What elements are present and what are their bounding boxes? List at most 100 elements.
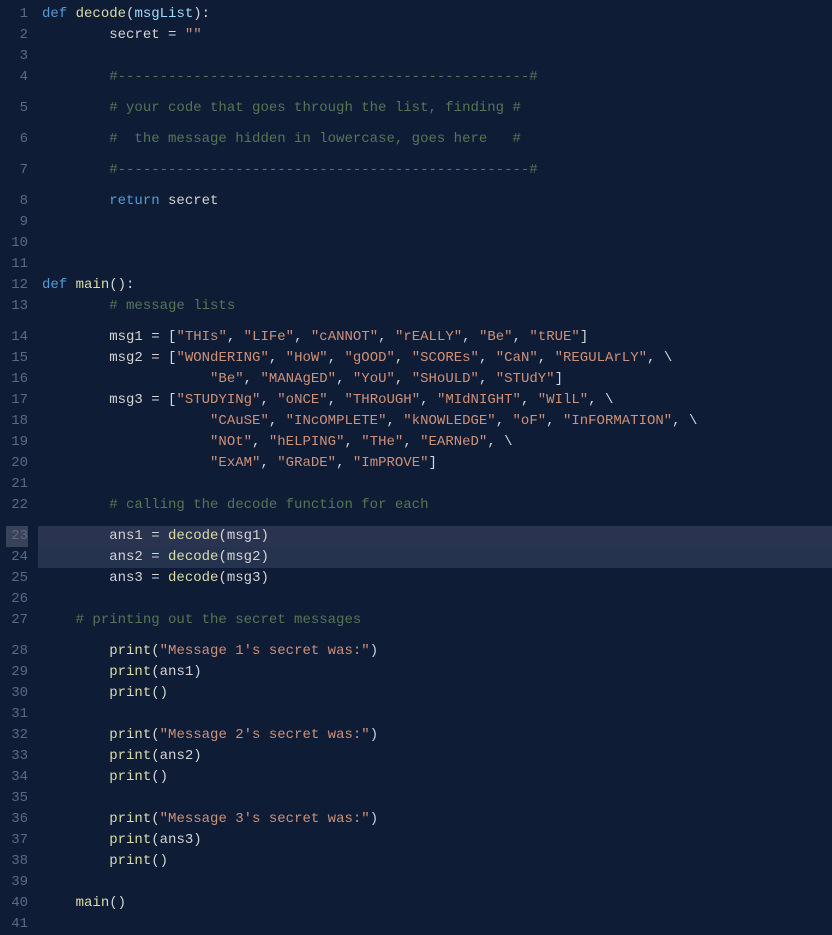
code-line[interactable] <box>38 788 832 809</box>
token-punc: ( <box>151 643 159 659</box>
token-punc: , <box>496 413 513 429</box>
token-fn: decode <box>168 570 218 586</box>
code-line[interactable]: msg2 = ["WONdERING", "HoW", "gOOD", "SCO… <box>38 348 832 369</box>
token-str: "EARNeD" <box>420 434 487 450</box>
code-line[interactable] <box>38 233 832 254</box>
code-line[interactable] <box>38 46 832 67</box>
token-punc: ) <box>260 528 268 544</box>
code-line[interactable] <box>38 254 832 275</box>
token-fn: print <box>109 643 151 659</box>
token-punc: ) <box>370 643 378 659</box>
line-number: 32 <box>6 725 28 746</box>
token-str: "NOt" <box>210 434 252 450</box>
token-str: "SHoULD" <box>412 371 479 387</box>
code-line[interactable]: def decode(msgList): <box>38 4 832 25</box>
line-number: 5 <box>6 98 28 119</box>
code-line[interactable] <box>38 474 832 495</box>
token-cmt: #---------------------------------------… <box>109 162 537 178</box>
token-cmt: #---------------------------------------… <box>109 69 537 85</box>
code-line[interactable]: print("Message 2's secret was:") <box>38 725 832 746</box>
token-punc: () <box>151 685 168 701</box>
code-line[interactable]: "ExAM", "GRaDE", "ImPROVE"] <box>38 453 832 474</box>
code-line[interactable] <box>38 914 832 935</box>
token-punc: , <box>395 350 412 366</box>
code-line[interactable]: msg1 = ["THIs", "LIFe", "cANNOT", "rEALL… <box>38 327 832 348</box>
line-number-gutter: 1234567891011121314151617181920212223242… <box>0 0 38 875</box>
line-number: 2 <box>6 25 28 46</box>
code-line[interactable]: print(ans1) <box>38 662 832 683</box>
code-line[interactable]: msg3 = ["STUDYINg", "oNCE", "THRoUGH", "… <box>38 390 832 411</box>
code-line[interactable] <box>38 212 832 233</box>
code-area[interactable]: def decode(msgList): secret = "" #------… <box>38 0 832 875</box>
code-line[interactable]: print("Message 3's secret was:") <box>38 809 832 830</box>
token-punc: , <box>479 371 496 387</box>
code-line[interactable]: print() <box>38 767 832 788</box>
line-number: 29 <box>6 662 28 683</box>
token-punc: , \ <box>487 434 512 450</box>
code-line[interactable]: #---------------------------------------… <box>38 67 832 88</box>
token-str: "THRoUGH" <box>345 392 421 408</box>
code-line[interactable]: print(ans3) <box>38 830 832 851</box>
code-line[interactable]: ans1 = decode(msg1) <box>38 526 832 547</box>
line-number: 34 <box>6 767 28 788</box>
code-line[interactable]: print() <box>38 683 832 704</box>
token-str: "WONdERING" <box>176 350 268 366</box>
code-line[interactable]: #---------------------------------------… <box>38 160 832 181</box>
token-punc: ( <box>218 549 226 565</box>
code-line[interactable]: return secret <box>38 191 832 212</box>
code-line[interactable]: # calling the decode function for each <box>38 495 832 516</box>
code-editor[interactable]: 1234567891011121314151617181920212223242… <box>0 0 832 875</box>
code-line[interactable]: def main(): <box>38 275 832 296</box>
line-number: 15 <box>6 348 28 369</box>
code-line[interactable]: "CAuSE", "INcOMPLETE", "kNOWLEDGE", "oF"… <box>38 411 832 432</box>
code-line[interactable]: print() <box>38 851 832 872</box>
code-line[interactable] <box>38 589 832 610</box>
token-punc: ( <box>218 528 226 544</box>
line-number: 11 <box>6 254 28 275</box>
line-number: 21 <box>6 474 28 495</box>
token-punc: , <box>521 392 538 408</box>
line-number: 27 <box>6 610 28 631</box>
code-line[interactable]: # your code that goes through the list, … <box>38 98 832 119</box>
code-line[interactable]: print("Message 1's secret was:") <box>38 641 832 662</box>
code-line[interactable]: "Be", "MANAgED", "YoU", "SHoULD", "STUdY… <box>38 369 832 390</box>
code-line[interactable]: "NOt", "hELPING", "THe", "EARNeD", \ <box>38 432 832 453</box>
code-line[interactable]: main() <box>38 893 832 914</box>
line-number: 1 <box>6 4 28 25</box>
line-number: 18 <box>6 411 28 432</box>
token-var: msg3 = [ <box>109 392 176 408</box>
token-punc: ] <box>429 455 437 471</box>
code-line[interactable]: print(ans2) <box>38 746 832 767</box>
token-str: "THe" <box>361 434 403 450</box>
token-punc: , <box>546 413 563 429</box>
code-line[interactable]: secret = "" <box>38 25 832 46</box>
token-var: ans3 = <box>109 570 168 586</box>
token-punc: , <box>538 350 555 366</box>
token-punc: , <box>294 329 311 345</box>
token-punc: (): <box>109 277 134 293</box>
token-punc: ) <box>193 832 201 848</box>
token-punc: ( <box>151 748 159 764</box>
code-line[interactable] <box>38 872 832 893</box>
token-str: "HoW" <box>286 350 328 366</box>
token-punc: , <box>269 413 286 429</box>
token-var: msg1 = [ <box>109 329 176 345</box>
token-fn: print <box>109 664 151 680</box>
token-punc: ( <box>218 570 226 586</box>
token-punc: , \ <box>647 350 672 366</box>
token-str: "tRUE" <box>529 329 579 345</box>
token-punc: , <box>336 371 353 387</box>
line-number: 39 <box>6 872 28 893</box>
code-line[interactable]: ans3 = decode(msg3) <box>38 568 832 589</box>
line-number: 8 <box>6 191 28 212</box>
code-line[interactable]: # printing out the secret messages <box>38 610 832 631</box>
code-line[interactable]: ans2 = decode(msg2) <box>38 547 832 568</box>
token-fn: print <box>109 769 151 785</box>
code-line[interactable] <box>38 704 832 725</box>
line-number: 13 <box>6 296 28 317</box>
token-punc: ( <box>151 664 159 680</box>
code-line[interactable]: # the message hidden in lowercase, goes … <box>38 129 832 150</box>
line-number: 7 <box>6 160 28 181</box>
code-line[interactable]: # message lists <box>38 296 832 317</box>
token-var: msg1 <box>227 528 261 544</box>
